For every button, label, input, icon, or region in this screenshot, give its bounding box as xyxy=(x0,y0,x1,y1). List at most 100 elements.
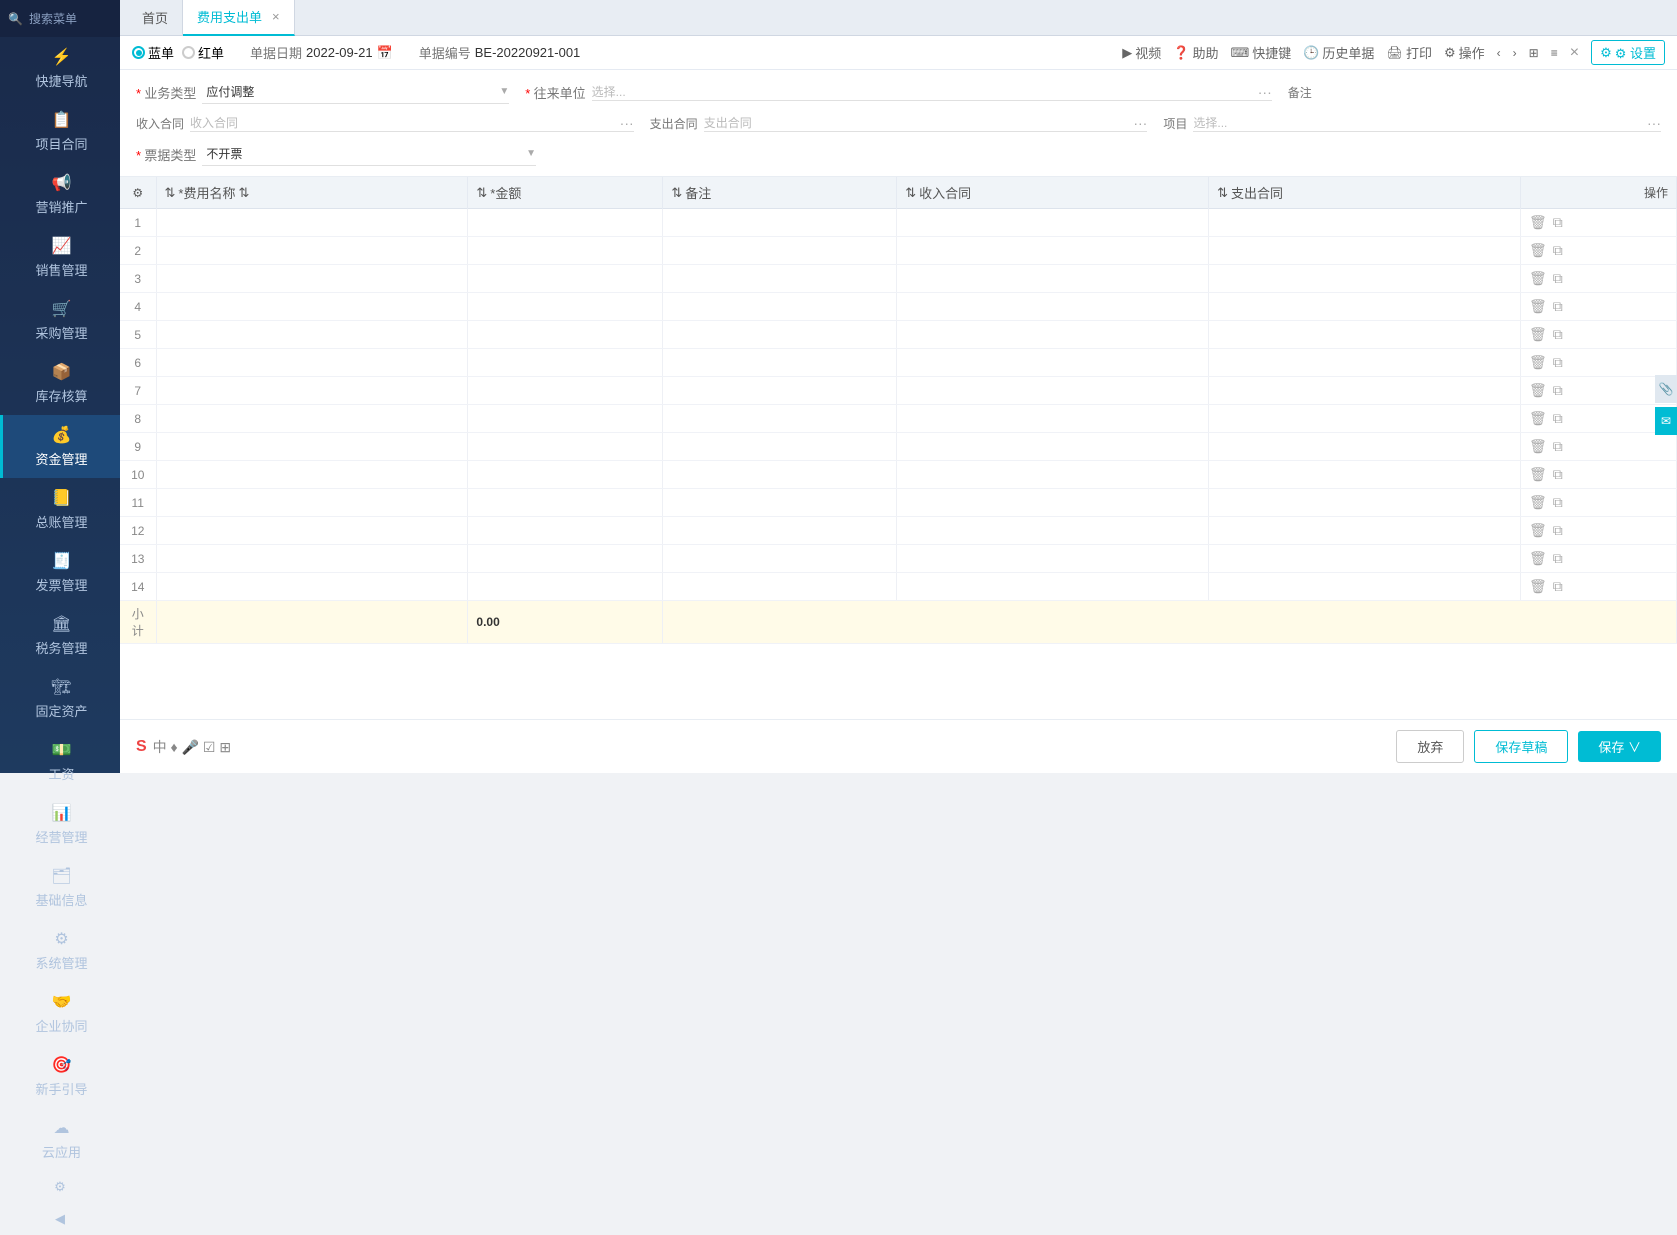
row-remark[interactable] xyxy=(663,265,897,293)
row-remark[interactable] xyxy=(663,349,897,377)
row-income-contract[interactable] xyxy=(897,405,1209,433)
sidebar-item-purchase-mgmt[interactable]: 🛒采购管理 xyxy=(0,289,120,352)
row-expense-contract[interactable] xyxy=(1209,545,1521,573)
delete-icon[interactable]: 🗑 xyxy=(1529,522,1547,539)
row-expense-contract[interactable] xyxy=(1209,293,1521,321)
row-remark[interactable] xyxy=(663,405,897,433)
sidebar-item-enterprise[interactable]: 🤝企业协同 xyxy=(0,982,120,1045)
copy-icon[interactable]: ⧉ xyxy=(1553,326,1563,343)
th-expense-name[interactable]: ⇅ *费用名称 ⇅ xyxy=(156,177,468,209)
row-remark[interactable] xyxy=(663,293,897,321)
row-income-contract[interactable] xyxy=(897,321,1209,349)
copy-icon[interactable]: ⧉ xyxy=(1553,270,1563,287)
sidebar-item-quick-nav[interactable]: ⚡快捷导航 xyxy=(0,37,120,100)
sidebar-bottom-settings[interactable]: ⚙ xyxy=(0,1171,120,1203)
settings-button[interactable]: ⚙ ⚙ 设置 xyxy=(1591,40,1665,65)
toolbar-nav-next[interactable]: › xyxy=(1513,46,1517,60)
sidebar-item-invoice-mgmt[interactable]: 🧾发票管理 xyxy=(0,541,120,604)
toolbar-nav-prev[interactable]: ‹ xyxy=(1497,46,1501,60)
row-expense-contract[interactable] xyxy=(1209,461,1521,489)
row-remark[interactable] xyxy=(663,237,897,265)
float-btn-1[interactable]: 📎 xyxy=(1655,375,1677,403)
copy-icon[interactable]: ⧉ xyxy=(1553,466,1563,483)
discard-button[interactable]: 放弃 xyxy=(1396,730,1464,763)
date-value[interactable]: 2022-09-21 xyxy=(306,45,373,60)
copy-icon[interactable]: ⧉ xyxy=(1553,522,1563,539)
row-amount[interactable] xyxy=(468,321,663,349)
sidebar-item-capital-mgmt[interactable]: 💰资金管理 xyxy=(0,415,120,478)
row-amount[interactable] xyxy=(468,349,663,377)
expense-contract-wrapper[interactable]: 支出合同 ··· xyxy=(704,114,1148,132)
toolbar-grid-view[interactable]: ⊞ xyxy=(1529,46,1539,60)
delete-icon[interactable]: 🗑 xyxy=(1529,242,1547,259)
row-income-contract[interactable] xyxy=(897,349,1209,377)
delete-icon[interactable]: 🗑 xyxy=(1529,550,1547,567)
row-remark[interactable] xyxy=(663,461,897,489)
row-expense-contract[interactable] xyxy=(1209,489,1521,517)
project-dots[interactable]: ··· xyxy=(1647,115,1661,131)
delete-icon[interactable]: 🗑 xyxy=(1529,578,1547,595)
row-expense-name[interactable] xyxy=(156,349,468,377)
sidebar-item-ops-mgmt[interactable]: 📊经营管理 xyxy=(0,793,120,856)
row-expense-name[interactable] xyxy=(156,405,468,433)
project-wrapper[interactable]: 选择... ··· xyxy=(1193,114,1661,132)
number-value[interactable]: BE-20220921-001 xyxy=(475,45,581,60)
th-expense-contract[interactable]: ⇅ 支出合同 xyxy=(1209,177,1521,209)
delete-icon[interactable]: 🗑 xyxy=(1529,494,1547,511)
row-expense-contract[interactable] xyxy=(1209,517,1521,545)
sidebar-item-tax-mgmt[interactable]: 🏛税务管理 xyxy=(0,604,120,667)
row-amount[interactable] xyxy=(468,545,663,573)
delete-icon[interactable]: 🗑 xyxy=(1529,466,1547,483)
row-amount[interactable] xyxy=(468,489,663,517)
row-remark[interactable] xyxy=(663,573,897,601)
row-remark[interactable] xyxy=(663,517,897,545)
toolbar-btn-print[interactable]: 🖨 打印 xyxy=(1386,43,1432,62)
copy-icon[interactable]: ⧉ xyxy=(1553,214,1563,231)
row-income-contract[interactable] xyxy=(897,461,1209,489)
row-expense-contract[interactable] xyxy=(1209,349,1521,377)
row-expense-name[interactable] xyxy=(156,209,468,237)
row-expense-contract[interactable] xyxy=(1209,321,1521,349)
row-expense-name[interactable] xyxy=(156,545,468,573)
row-income-contract[interactable] xyxy=(897,209,1209,237)
partner-select-wrapper[interactable]: 选择... ··· xyxy=(592,83,1272,101)
invoice-type-wrapper[interactable]: 不开票 ▼ xyxy=(202,142,536,166)
delete-icon[interactable]: 🗑 xyxy=(1529,298,1547,315)
save-button[interactable]: 保存 ∨ xyxy=(1578,731,1661,762)
partner-dots-btn[interactable]: ··· xyxy=(1258,84,1272,100)
row-income-contract[interactable] xyxy=(897,293,1209,321)
toolbar-btn-actions[interactable]: ⚙ 操作 xyxy=(1444,43,1485,62)
income-contract-dots[interactable]: ··· xyxy=(620,115,634,131)
copy-icon[interactable]: ⧉ xyxy=(1553,354,1563,371)
row-remark[interactable] xyxy=(663,545,897,573)
row-remark[interactable] xyxy=(663,377,897,405)
row-expense-name[interactable] xyxy=(156,461,468,489)
row-income-contract[interactable] xyxy=(897,433,1209,461)
row-expense-name[interactable] xyxy=(156,265,468,293)
sidebar-search[interactable]: 🔍 搜索菜单 xyxy=(0,0,120,37)
row-amount[interactable] xyxy=(468,433,663,461)
row-amount[interactable] xyxy=(468,461,663,489)
row-expense-name[interactable] xyxy=(156,489,468,517)
row-amount[interactable] xyxy=(468,405,663,433)
save-draft-button[interactable]: 保存草稿 xyxy=(1474,730,1568,763)
income-contract-wrapper[interactable]: 收入合同 ··· xyxy=(190,114,634,132)
row-amount[interactable] xyxy=(468,573,663,601)
copy-icon[interactable]: ⧉ xyxy=(1553,242,1563,259)
tab-home[interactable]: 首页 xyxy=(128,0,183,36)
delete-icon[interactable]: 🗑 xyxy=(1529,270,1547,287)
toolbar-btn-help[interactable]: ❓ 助助 xyxy=(1173,43,1218,62)
th-settings[interactable]: ⚙ xyxy=(120,177,156,209)
row-amount[interactable] xyxy=(468,517,663,545)
copy-icon[interactable]: ⧉ xyxy=(1553,382,1563,399)
sidebar-item-cloud-apps[interactable]: ☁云应用 xyxy=(0,1108,120,1171)
sidebar-item-marketing[interactable]: 📢营销推广 xyxy=(0,163,120,226)
sidebar-item-basic-info[interactable]: 🗂基础信息 xyxy=(0,856,120,919)
row-expense-contract[interactable] xyxy=(1209,433,1521,461)
toolbar-btn-shortcut[interactable]: ⌨ 快捷键 xyxy=(1230,43,1291,62)
row-expense-contract[interactable] xyxy=(1209,573,1521,601)
tab-expense[interactable]: 费用支出单 × xyxy=(183,0,295,36)
row-expense-name[interactable] xyxy=(156,293,468,321)
row-expense-contract[interactable] xyxy=(1209,209,1521,237)
row-expense-name[interactable] xyxy=(156,433,468,461)
